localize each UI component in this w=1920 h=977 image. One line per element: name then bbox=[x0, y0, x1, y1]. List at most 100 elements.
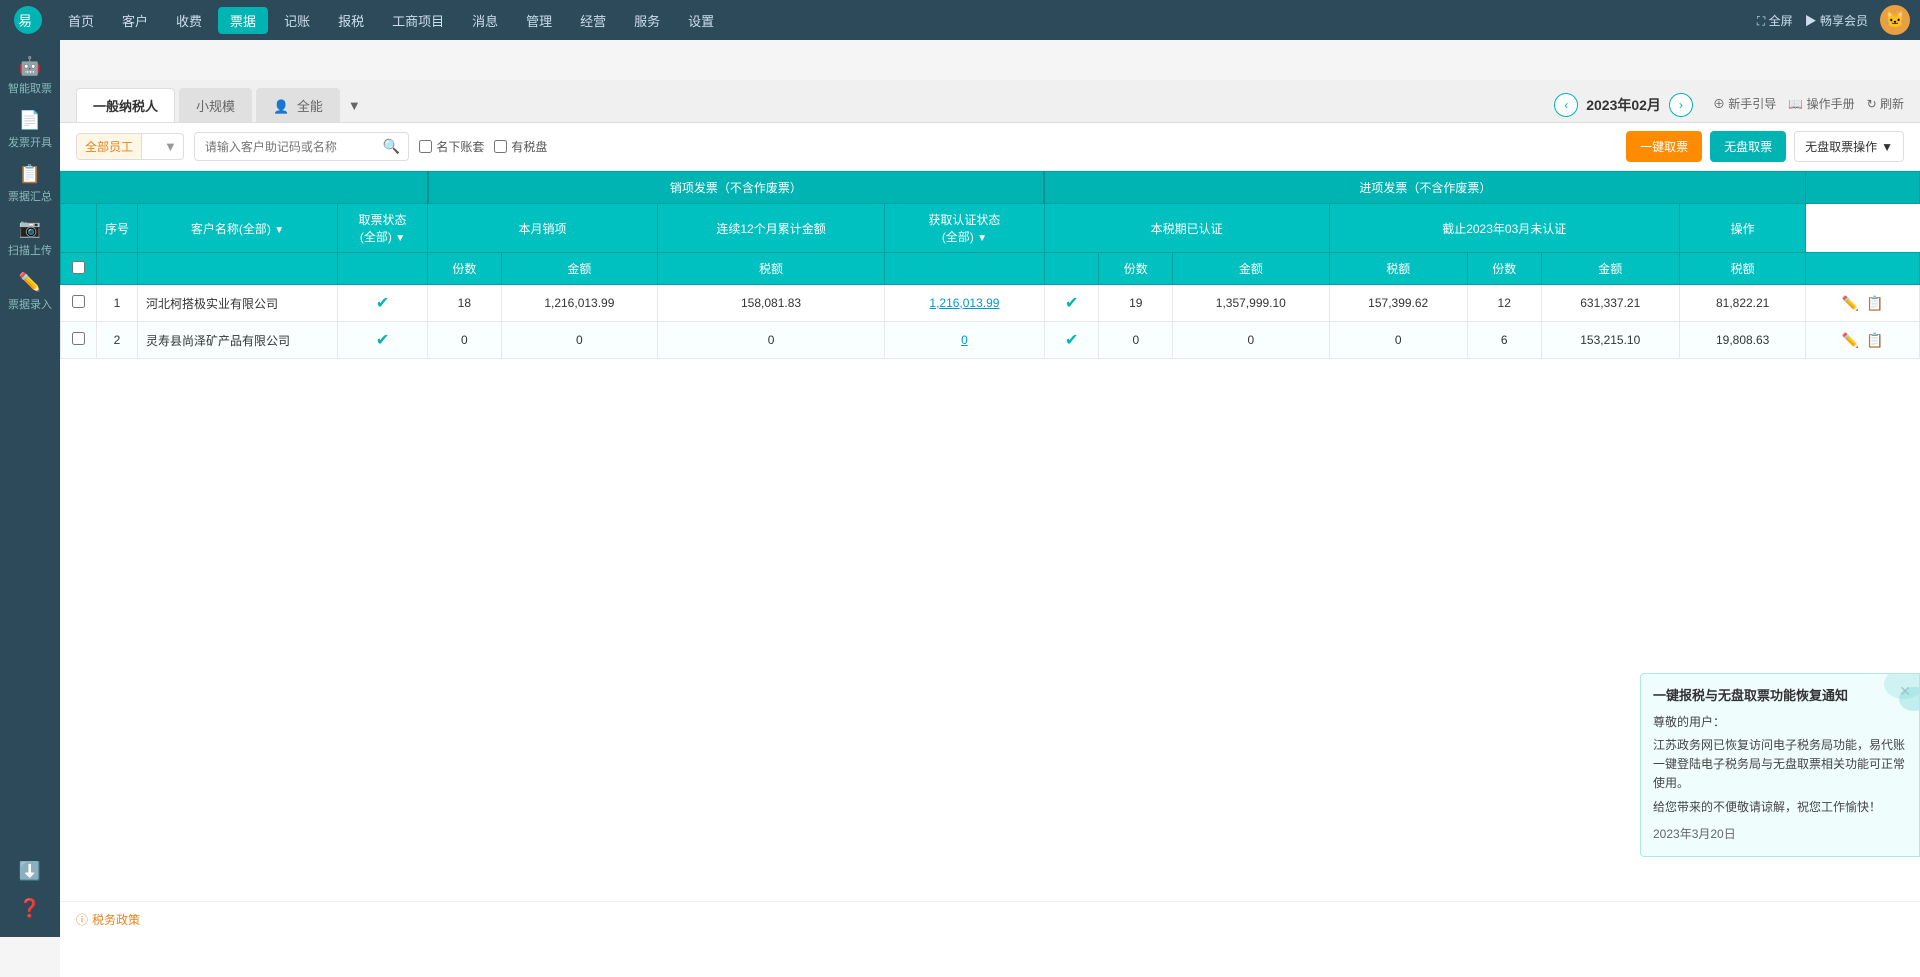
cell-cert-count-1: 19 bbox=[1099, 285, 1173, 322]
sidebar-item-ticket-summary[interactable]: 📋 票据汇总 bbox=[3, 158, 57, 210]
nav-account[interactable]: 记账 bbox=[272, 7, 322, 34]
nav-settings[interactable]: 设置 bbox=[676, 7, 726, 34]
tax-policy-label: 税务政策 bbox=[92, 911, 140, 928]
more-icon-1[interactable]: 📋 bbox=[1866, 295, 1883, 311]
cell-check-2[interactable] bbox=[61, 322, 97, 359]
cell-sales-tax-2: 0 bbox=[658, 322, 885, 359]
fullscreen-btn[interactable]: ⛶ 全屏 bbox=[1757, 12, 1793, 29]
th-check bbox=[61, 253, 97, 285]
edit-icon-1[interactable]: ✏️ bbox=[1842, 295, 1859, 311]
search-button[interactable]: 🔍 bbox=[375, 133, 408, 160]
new-guide-btn[interactable]: ⊕ 新手引导 bbox=[1713, 95, 1776, 112]
th-operations: 操作 bbox=[1679, 204, 1805, 253]
row-checkbox-2[interactable] bbox=[72, 332, 85, 345]
nav-fee[interactable]: 收费 bbox=[164, 7, 214, 34]
th-name: 客户名称(全部) ▼ bbox=[138, 204, 338, 253]
sidebar-item-smart-ticket[interactable]: 🤖 智能取票 bbox=[3, 50, 57, 102]
cell-cumulative-1: 1,216,013.99 bbox=[885, 285, 1045, 322]
search-input[interactable] bbox=[195, 135, 375, 159]
more-icon-2[interactable]: 📋 bbox=[1866, 332, 1883, 348]
cell-cert-tax-2: 0 bbox=[1329, 322, 1467, 359]
tax-policy-link[interactable]: ⓘ 税务政策 bbox=[76, 911, 140, 928]
cumulative-link-1[interactable]: 1,216,013.99 bbox=[929, 296, 999, 310]
nav-tax[interactable]: 报税 bbox=[326, 7, 376, 34]
nav-customer[interactable]: 客户 bbox=[110, 7, 160, 34]
th-uncert-count: 份数 bbox=[1467, 253, 1541, 285]
sidebar-item-ticket-entry[interactable]: ✏️ 票据录入 bbox=[3, 266, 57, 318]
cell-uncert-tax-1: 81,822.21 bbox=[1679, 285, 1805, 322]
member-btn[interactable]: ▶ 畅享会员 bbox=[1805, 12, 1868, 29]
cell-seq-2: 2 bbox=[97, 322, 138, 359]
logo: 易 bbox=[10, 2, 46, 38]
cell-name-2: 灵寿县尚泽矿产品有限公司 bbox=[138, 322, 338, 359]
th-month-sales: 本月销项 bbox=[428, 204, 658, 253]
prev-month-btn[interactable]: ‹ bbox=[1554, 93, 1578, 117]
cert-status-check-icon-1: ✔ bbox=[1065, 295, 1078, 312]
cert-status-check-icon-2: ✔ bbox=[1065, 332, 1078, 349]
nav-service[interactable]: 服务 bbox=[622, 7, 672, 34]
table-body: 1 河北柯搭极实业有限公司 ✔ 18 1,216,013.99 158,081.… bbox=[61, 285, 1920, 359]
employee-value bbox=[142, 143, 158, 151]
search-box: 🔍 bbox=[194, 132, 409, 161]
sidebar-label-ticket-entry: 票据录入 bbox=[8, 296, 52, 312]
cell-uncert-amount-1: 631,337.21 bbox=[1541, 285, 1679, 322]
nav-message[interactable]: 消息 bbox=[460, 7, 510, 34]
one-key-ticket-btn[interactable]: 一键取票 bbox=[1626, 131, 1702, 162]
col-group-info bbox=[61, 172, 428, 204]
tab-all-capable[interactable]: 👤 全能 bbox=[256, 88, 340, 122]
th-take-status bbox=[338, 253, 428, 285]
cell-cert-count-2: 0 bbox=[1099, 322, 1173, 359]
refresh-btn[interactable]: ↻ 刷新 bbox=[1867, 95, 1904, 112]
sidebar-item-scan-upload[interactable]: 📷 扫描上传 bbox=[3, 212, 57, 264]
sidebar-item-invoice-open[interactable]: 📄 发票开具 bbox=[3, 104, 57, 156]
manual-btn[interactable]: 📖 操作手册 bbox=[1788, 95, 1854, 112]
ticket-entry-icon: ✏️ bbox=[19, 272, 41, 293]
th-company bbox=[138, 253, 338, 285]
no-disk-ticket-btn[interactable]: 无盘取票 bbox=[1710, 131, 1786, 162]
smart-ticket-icon: 🤖 bbox=[19, 56, 41, 77]
sidebar: 🤖 智能取票 📄 发票开具 📋 票据汇总 📷 扫描上传 ✏️ 票据录入 ⬇️ ❓ bbox=[0, 40, 60, 937]
invoice-open-icon: 📄 bbox=[19, 110, 41, 131]
date-nav: ‹ 2023年02月 › bbox=[1554, 93, 1693, 117]
has-disk-checkbox[interactable] bbox=[494, 140, 507, 153]
cell-op-2: ✏️ 📋 bbox=[1806, 322, 1920, 359]
checkbox-my-accounts[interactable]: 名下账套 bbox=[419, 138, 484, 155]
nav-manage[interactable]: 管理 bbox=[514, 7, 564, 34]
notification-apology: 给您带来的不便敬请谅解，祝您工作愉快！ bbox=[1653, 798, 1907, 817]
nav-operation[interactable]: 经营 bbox=[568, 7, 618, 34]
nav-home[interactable]: 首页 bbox=[56, 7, 106, 34]
sidebar-label-scan-upload: 扫描上传 bbox=[8, 242, 52, 258]
cell-seq-1: 1 bbox=[97, 285, 138, 322]
tab-all-capable-label: 全能 bbox=[297, 99, 323, 114]
select-all-checkbox[interactable] bbox=[72, 261, 85, 274]
more-operations-btn[interactable]: 无盘取票操作 ▼ bbox=[1794, 131, 1904, 162]
employee-select[interactable]: 全部员工 ▼ bbox=[76, 133, 184, 160]
cell-status-1: ✔ bbox=[338, 285, 428, 322]
sidebar-item-download[interactable]: ⬇️ bbox=[3, 855, 57, 888]
svg-text:易: 易 bbox=[18, 13, 32, 29]
edit-icon-2[interactable]: ✏️ bbox=[1842, 332, 1859, 348]
checkbox-has-disk[interactable]: 有税盘 bbox=[494, 138, 547, 155]
table-col-header: 份数 金额 税额 份数 金额 税额 份数 金额 税额 bbox=[61, 253, 1920, 285]
cumulative-link-2[interactable]: 0 bbox=[961, 333, 968, 347]
nav-invoice[interactable]: 票据 bbox=[218, 7, 268, 34]
next-month-btn[interactable]: › bbox=[1669, 93, 1693, 117]
col-group-sales: 销项发票（不含作废票） bbox=[428, 172, 1045, 204]
nav-business[interactable]: 工商项目 bbox=[380, 7, 456, 34]
cell-status-2: ✔ bbox=[338, 322, 428, 359]
row-checkbox-1[interactable] bbox=[72, 295, 85, 308]
user-avatar[interactable]: 🐱 bbox=[1880, 5, 1910, 35]
tab-extra-dropdown[interactable]: ▼ bbox=[348, 98, 361, 113]
tab-small-scale[interactable]: 小规模 bbox=[179, 88, 252, 122]
action-bar: 全部员工 ▼ 🔍 名下账套 有税盘 一键取票 无盘取票 无盘取票操作 ▼ bbox=[60, 123, 1920, 171]
sidebar-item-help[interactable]: ❓ bbox=[3, 892, 57, 925]
my-accounts-checkbox[interactable] bbox=[419, 140, 432, 153]
cell-cumulative-2: 0 bbox=[885, 322, 1045, 359]
tab-general-taxpayer[interactable]: 一般纳税人 bbox=[76, 88, 175, 122]
employee-label: 全部员工 bbox=[77, 134, 142, 159]
notification-decoration bbox=[1859, 674, 1919, 724]
employee-dropdown-icon[interactable]: ▼ bbox=[158, 135, 183, 158]
th-uncert-amount: 金额 bbox=[1541, 253, 1679, 285]
th-cert-status: 获取认证状态(全部) ▼ bbox=[885, 204, 1045, 253]
cell-check-1[interactable] bbox=[61, 285, 97, 322]
